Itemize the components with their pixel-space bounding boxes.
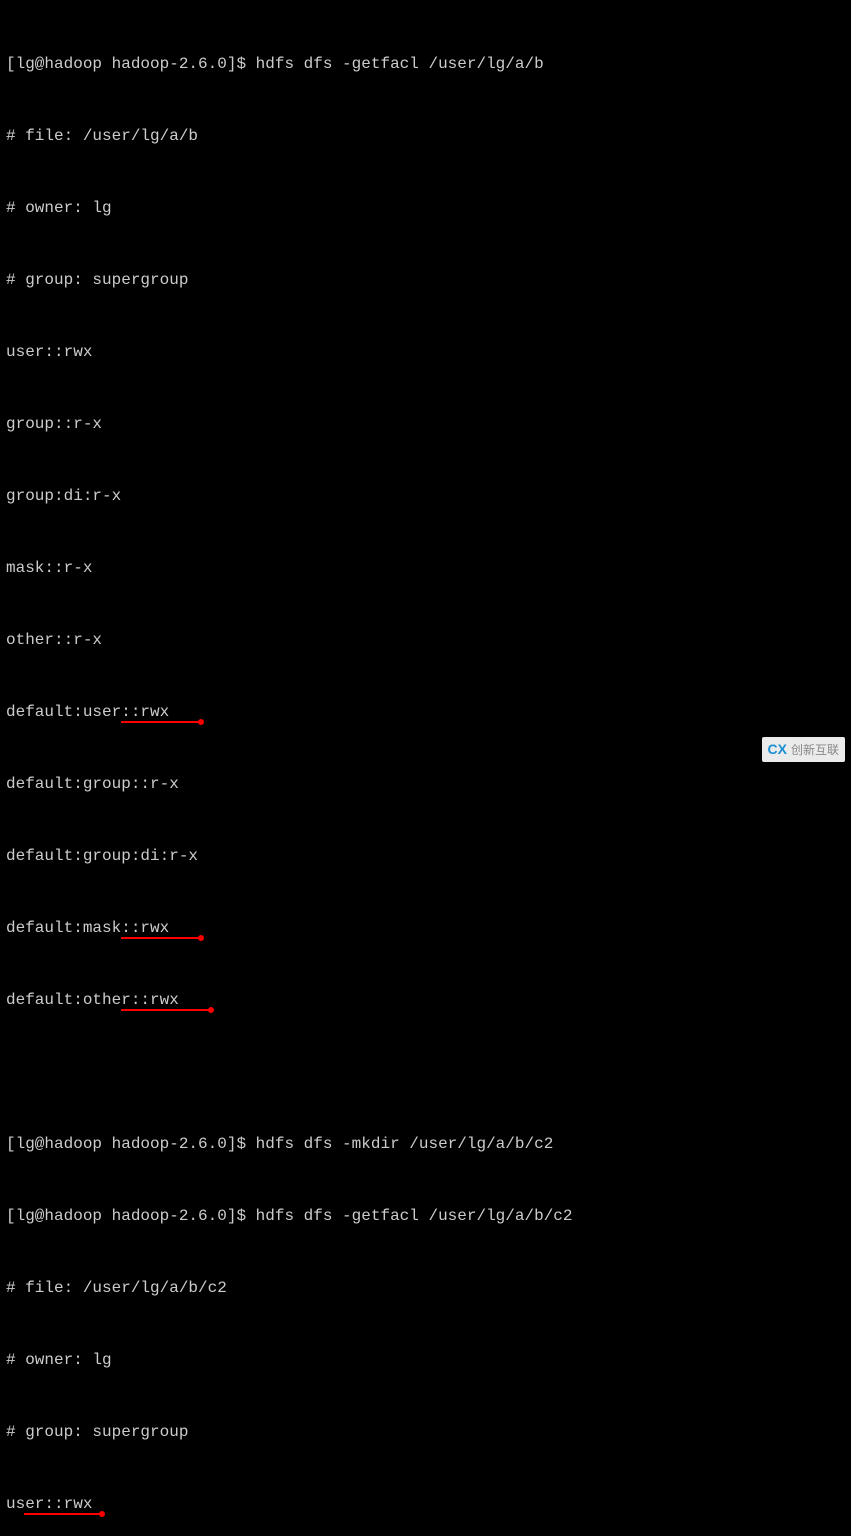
- output-line: default:mask::rwx: [6, 916, 845, 940]
- output-line: # group: supergroup: [6, 268, 845, 292]
- highlight-dot: [208, 1007, 214, 1013]
- watermark: CX 创新互联: [762, 737, 845, 762]
- command-line: [lg@hadoop hadoop-2.6.0]$ hdfs dfs -getf…: [6, 1204, 845, 1228]
- output-line: # group: supergroup: [6, 1420, 845, 1444]
- output-text: user::rwx: [6, 1495, 92, 1513]
- output-line: default:group:di:r-x: [6, 844, 845, 868]
- output-line: other::r-x: [6, 628, 845, 652]
- output-line: group:di:r-x: [6, 484, 845, 508]
- output-line: user::rwx: [6, 340, 845, 364]
- blank-line: [6, 1060, 845, 1084]
- output-line: user::rwx: [6, 1492, 845, 1516]
- shell-prompt: [lg@hadoop hadoop-2.6.0]$: [6, 1207, 256, 1225]
- output-line: # owner: lg: [6, 1348, 845, 1372]
- watermark-logo: CX: [768, 739, 787, 760]
- command-text: hdfs dfs -getfacl /user/lg/a/b/c2: [256, 1207, 573, 1225]
- command-line: [lg@hadoop hadoop-2.6.0]$ hdfs dfs -getf…: [6, 52, 845, 76]
- highlight-dot: [99, 1511, 105, 1517]
- command-text: hdfs dfs -getfacl /user/lg/a/b: [256, 55, 544, 73]
- highlight-underline: [121, 1009, 211, 1011]
- output-line: default:user::rwx: [6, 700, 845, 724]
- output-text: default:mask::rwx: [6, 919, 169, 937]
- command-line: [lg@hadoop hadoop-2.6.0]$ hdfs dfs -mkdi…: [6, 1132, 845, 1156]
- highlight-dot: [198, 935, 204, 941]
- terminal-output[interactable]: [lg@hadoop hadoop-2.6.0]$ hdfs dfs -getf…: [0, 0, 851, 1536]
- watermark-text: 创新互联: [791, 741, 839, 759]
- output-line: # file: /user/lg/a/b/c2: [6, 1276, 845, 1300]
- output-line: # file: /user/lg/a/b: [6, 124, 845, 148]
- shell-prompt: [lg@hadoop hadoop-2.6.0]$: [6, 1135, 256, 1153]
- output-text: default:user::rwx: [6, 703, 169, 721]
- command-text: hdfs dfs -mkdir /user/lg/a/b/c2: [256, 1135, 554, 1153]
- highlight-underline: [121, 937, 201, 939]
- shell-prompt: [lg@hadoop hadoop-2.6.0]$: [6, 55, 256, 73]
- output-line: group::r-x: [6, 412, 845, 436]
- output-text: default:other::rwx: [6, 991, 179, 1009]
- output-line: # owner: lg: [6, 196, 845, 220]
- output-line: default:group::r-x: [6, 772, 845, 796]
- highlight-dot: [198, 719, 204, 725]
- output-line: default:other::rwx: [6, 988, 845, 1012]
- highlight-underline: [121, 721, 201, 723]
- highlight-underline: [24, 1513, 102, 1515]
- output-line: mask::r-x: [6, 556, 845, 580]
